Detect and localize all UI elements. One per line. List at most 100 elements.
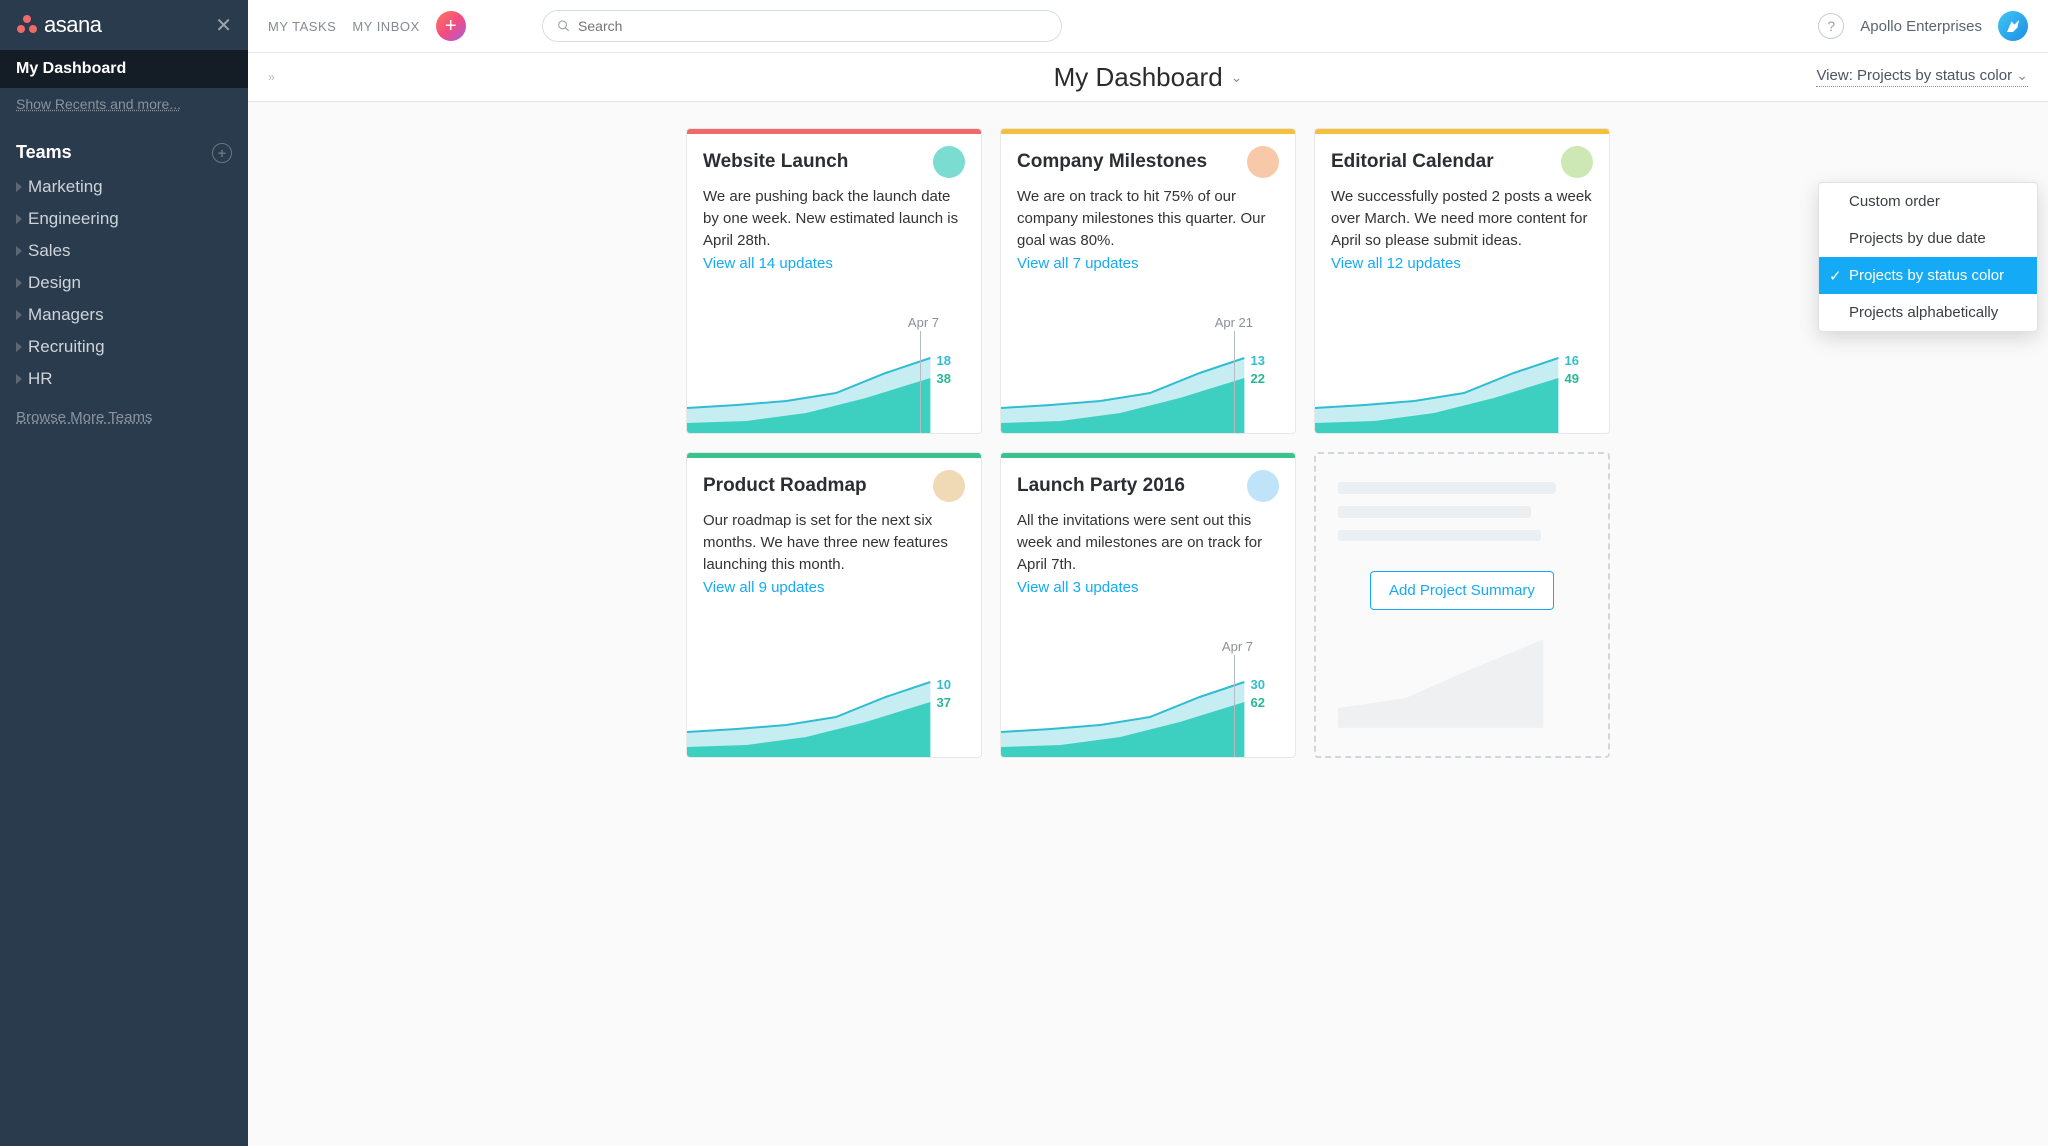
card-header: Company Milestones: [1001, 134, 1295, 186]
card-chart: Apr 71838: [687, 313, 981, 433]
card-description: Our roadmap is set for the next six mont…: [687, 510, 981, 575]
sidebar-team-item[interactable]: Design: [0, 267, 248, 299]
expand-icon[interactable]: »: [268, 70, 275, 84]
view-updates-link[interactable]: View all 12 updates: [1315, 251, 1609, 272]
main: MY TASKS MY INBOX + ? Apollo Enterprises…: [248, 0, 2048, 1146]
show-recents-link[interactable]: Show Recents and more...: [0, 88, 248, 128]
search-box[interactable]: [542, 10, 1062, 42]
chart-marker-line: [1234, 331, 1235, 433]
title-row: » My Dashboard ⌄ View: Projects by statu…: [248, 53, 2048, 102]
triangle-icon: [16, 374, 22, 384]
project-card[interactable]: Company MilestonesWe are on track to hit…: [1000, 128, 1296, 434]
chart-date-label: Apr 7: [1222, 639, 1253, 654]
view-updates-link[interactable]: View all 7 updates: [1001, 251, 1295, 272]
sidebar-item-dashboard[interactable]: My Dashboard: [0, 50, 248, 88]
dropdown-item[interactable]: Custom order: [1819, 183, 2037, 220]
card-description: We successfully posted 2 posts a week ov…: [1315, 186, 1609, 251]
chart-value-top: 13: [1251, 353, 1265, 368]
card-chart: Apr 21 13 22: [1001, 313, 1295, 433]
close-icon[interactable]: ✕: [215, 13, 232, 38]
placeholder-line: [1338, 530, 1541, 542]
logo-icon: [16, 14, 38, 36]
user-avatar[interactable]: [1998, 11, 2028, 41]
owner-avatar[interactable]: [1561, 146, 1593, 178]
view-updates-link[interactable]: View all 14 updates: [687, 251, 981, 272]
add-project-button[interactable]: Add Project Summary: [1370, 571, 1554, 610]
sidebar-header: asana ✕: [0, 0, 248, 50]
card-title: Launch Party 2016: [1017, 475, 1185, 497]
teams-list: Marketing Engineering Sales Design Managers R…: [0, 171, 248, 395]
unicorn-icon: [2004, 17, 2022, 35]
sidebar-team-item[interactable]: Marketing: [0, 171, 248, 203]
nav-my-tasks[interactable]: MY TASKS: [268, 19, 336, 34]
chart-value-top: 10: [937, 677, 951, 692]
sidebar-team-item[interactable]: Recruiting: [0, 331, 248, 363]
search-input[interactable]: [578, 18, 1047, 34]
view-selector[interactable]: View: Projects by status color ⌄: [1816, 67, 2028, 87]
sidebar: asana ✕ My Dashboard Show Recents and mo…: [0, 0, 248, 1146]
dropdown-item[interactable]: Projects by due date: [1819, 220, 2037, 257]
logo[interactable]: asana: [16, 12, 101, 38]
chevron-down-icon: ⌄: [1231, 69, 1243, 86]
chart-value-bot: 37: [937, 695, 951, 710]
triangle-icon: [16, 214, 22, 224]
card-chart: 1649: [1315, 313, 1609, 433]
sidebar-team-item[interactable]: HR: [0, 363, 248, 395]
card-chart: 1037: [687, 637, 981, 757]
topbar: MY TASKS MY INBOX + ? Apollo Enterprises: [248, 0, 2048, 53]
view-dropdown: Custom orderProjects by due dateProjects…: [1818, 182, 2038, 332]
chart-marker-line: [920, 331, 921, 433]
nav-my-inbox[interactable]: MY INBOX: [352, 19, 419, 34]
brand-name: asana: [44, 12, 101, 38]
card-title: Editorial Calendar: [1331, 151, 1494, 173]
view-updates-link[interactable]: View all 3 updates: [1001, 575, 1295, 596]
team-label: Managers: [28, 305, 104, 325]
card-header: Editorial Calendar: [1315, 134, 1609, 186]
team-label: Sales: [28, 241, 71, 261]
browse-teams-link[interactable]: Browse More Teams: [0, 395, 248, 440]
view-selector-label: View: Projects by status color: [1816, 67, 2012, 84]
add-project-placeholder: Add Project Summary: [1314, 452, 1610, 758]
owner-avatar[interactable]: [933, 146, 965, 178]
card-header: Launch Party 2016: [1001, 458, 1295, 510]
card-header: Product Roadmap: [687, 458, 981, 510]
owner-avatar[interactable]: [933, 470, 965, 502]
triangle-icon: [16, 246, 22, 256]
chart-date-label: Apr 21: [1215, 315, 1253, 330]
placeholder-line: [1338, 506, 1531, 518]
help-button[interactable]: ?: [1818, 13, 1844, 39]
team-label: Engineering: [28, 209, 119, 229]
chart-value-bot: 38: [937, 371, 951, 386]
chart-marker-line: [1234, 655, 1235, 757]
owner-avatar[interactable]: [1247, 146, 1279, 178]
team-label: HR: [28, 369, 53, 389]
dropdown-item[interactable]: Projects by status color: [1819, 257, 2037, 294]
chart-value-bot: 49: [1565, 371, 1579, 386]
add-button[interactable]: +: [436, 11, 466, 41]
project-card[interactable]: Launch Party 2016All the invitations wer…: [1000, 452, 1296, 758]
triangle-icon: [16, 342, 22, 352]
card-description: We are pushing back the launch date by o…: [687, 186, 981, 251]
page-title[interactable]: My Dashboard ⌄: [1054, 62, 1243, 93]
card-chart: Apr 73062: [1001, 637, 1295, 757]
team-label: Marketing: [28, 177, 103, 197]
owner-avatar[interactable]: [1247, 470, 1279, 502]
chart-value-bot: 22: [1251, 371, 1265, 386]
content-area: Custom orderProjects by due dateProjects…: [248, 102, 2048, 1146]
dropdown-item[interactable]: Projects alphabetically: [1819, 294, 2037, 331]
chart-value-top: 16: [1565, 353, 1579, 368]
card-title: Product Roadmap: [703, 475, 867, 497]
sidebar-team-item[interactable]: Managers: [0, 299, 248, 331]
placeholder-line: [1338, 482, 1556, 494]
sidebar-team-item[interactable]: Sales: [0, 235, 248, 267]
chart-value-top: 18: [937, 353, 951, 368]
add-team-button[interactable]: +: [212, 143, 232, 163]
project-card[interactable]: Website LaunchWe are pushing back the la…: [686, 128, 982, 434]
cards-grid: Website LaunchWe are pushing back the la…: [284, 128, 2012, 758]
org-name[interactable]: Apollo Enterprises: [1860, 18, 1982, 35]
project-card[interactable]: Editorial Calendar We successfully posted…: [1314, 128, 1610, 434]
card-header: Website Launch: [687, 134, 981, 186]
project-card[interactable]: Product Roadmap Our roadmap is set for th…: [686, 452, 982, 758]
view-updates-link[interactable]: View all 9 updates: [687, 575, 981, 596]
sidebar-team-item[interactable]: Engineering: [0, 203, 248, 235]
